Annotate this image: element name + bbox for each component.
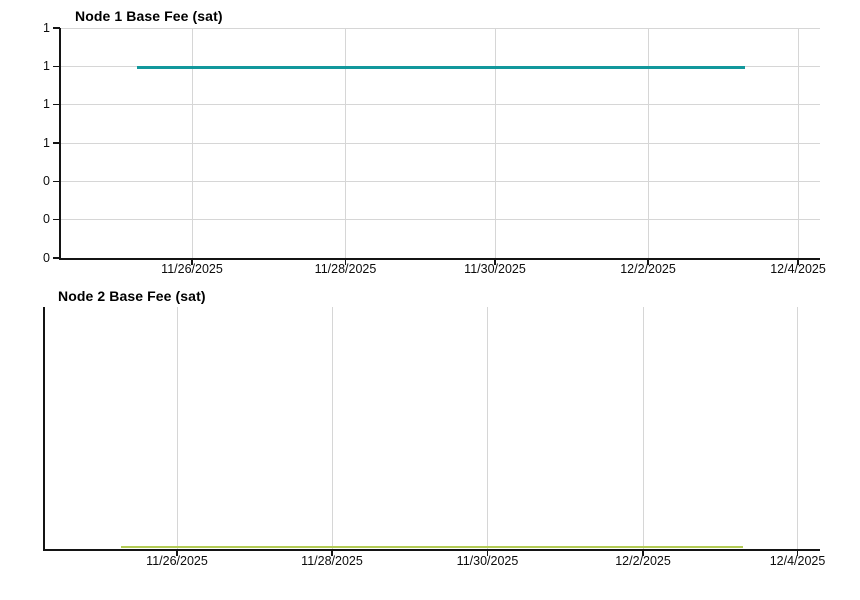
y-tick-label: 0	[43, 212, 50, 227]
x-tick-label: 12/4/2025	[770, 262, 826, 276]
v-gridline	[331, 307, 333, 549]
chart2-title: Node 2 Base Fee (sat)	[58, 288, 206, 304]
x-tick-label: 12/4/2025	[769, 554, 826, 568]
h-gridline	[60, 180, 820, 182]
h-gridline	[60, 27, 820, 29]
x-tick-label: 11/28/2025	[301, 554, 363, 568]
v-gridline	[487, 307, 488, 549]
y-tick-label: 1	[43, 58, 50, 73]
x-tick-label: 11/28/2025	[314, 262, 377, 276]
chart2-plot-area[interactable]	[44, 307, 820, 549]
y-tick-label: 1	[43, 20, 50, 35]
h-gridline	[60, 219, 820, 221]
y-axis-line	[59, 28, 61, 260]
y-tick-label: 0	[43, 250, 50, 265]
x-axis-line	[43, 549, 820, 551]
y-tick-label: 1	[43, 97, 50, 112]
y-tick-label: 0	[43, 173, 50, 188]
x-tick-label: 11/26/2025	[161, 262, 223, 276]
y-tick-label: 1	[43, 135, 50, 150]
y-axis-line	[43, 307, 45, 551]
x-tick-label: 12/2/2025	[615, 554, 671, 568]
x-tick-label: 12/2/2025	[620, 262, 676, 276]
v-gridline	[176, 307, 178, 549]
h-gridline	[60, 142, 820, 144]
x-tick-label: 11/30/2025	[456, 554, 519, 568]
x-tick-label: 11/26/2025	[146, 554, 208, 568]
series-line-1	[137, 66, 745, 70]
x-tick-label: 11/30/2025	[464, 262, 526, 276]
base-fee-dashboard: { "colors": { "gridline": "#d6d6d6", "ax…	[0, 0, 860, 600]
charts-canvas: Node 1 Base Fee (sat) Node 2 Base Fee (s…	[0, 0, 860, 600]
v-gridline	[797, 307, 798, 549]
h-gridline	[60, 104, 820, 106]
v-gridline	[642, 307, 644, 549]
chart1-title: Node 1 Base Fee (sat)	[75, 8, 223, 24]
x-axis-line	[59, 258, 820, 260]
